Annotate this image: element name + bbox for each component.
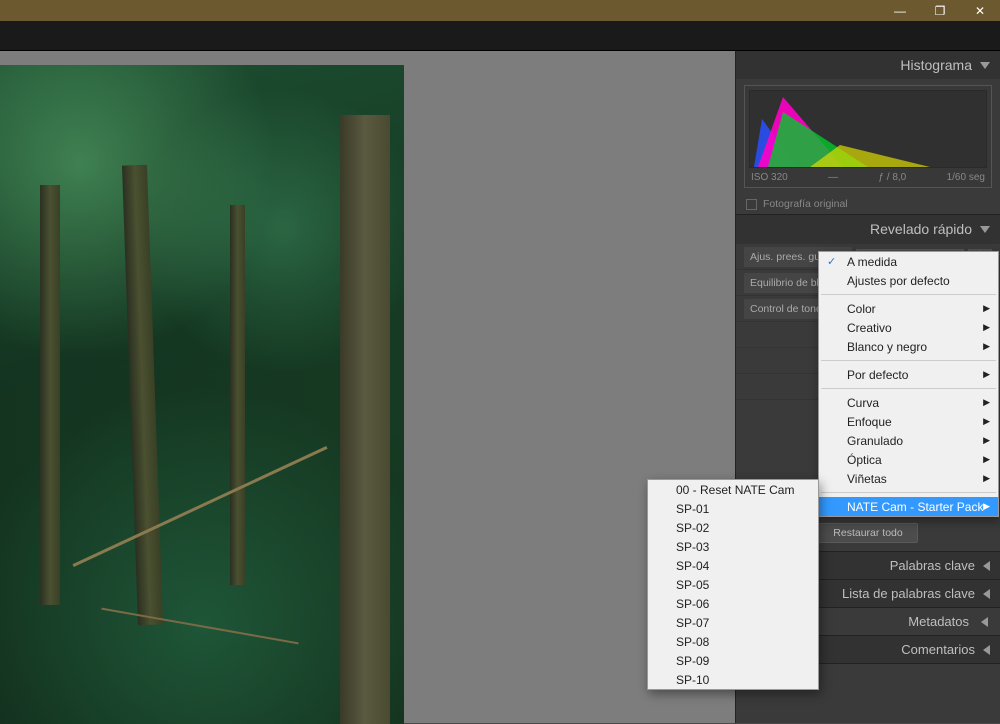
submenu-item[interactable]: SP-10 [648,670,818,689]
preset-menu-item[interactable]: NATE Cam - Starter Pack▶ [819,497,998,516]
submenu-item[interactable]: SP-01 [648,499,818,518]
close-button[interactable]: ✕ [960,0,1000,21]
preset-menu-item[interactable]: Ajustes por defecto [819,271,998,290]
submenu-item[interactable]: SP-04 [648,556,818,575]
expand-icon [983,561,990,571]
original-photo-checkbox[interactable]: Fotografía original [736,194,1000,214]
expand-icon [983,589,990,599]
minimize-button[interactable]: — [880,0,920,21]
preset-menu-item[interactable]: ✓A medida [819,252,998,271]
restore-all-button[interactable]: Restaurar todo [818,523,918,543]
preset-menu-item[interactable]: Óptica▶ [819,450,998,469]
quick-develop-header[interactable]: Revelado rápido [736,215,1000,243]
preset-menu-item[interactable]: Viñetas▶ [819,469,998,488]
shutter-value: 1/60 seg [947,172,985,183]
collapse-icon [980,62,990,69]
comments-title: Comentarios [901,642,975,657]
original-photo-label: Fotografía original [763,198,848,210]
checkbox-icon [746,199,757,210]
histogram-box: ISO 320 — ƒ / 8,0 1/60 seg [744,85,992,188]
keyword-list-title: Lista de palabras clave [842,586,975,601]
expand-icon [983,645,990,655]
histogram-header[interactable]: Histograma [736,51,1000,79]
submenu-item[interactable]: SP-08 [648,632,818,651]
submenu-item[interactable]: SP-02 [648,518,818,537]
nate-cam-submenu: 00 - Reset NATE CamSP-01SP-02SP-03SP-04S… [647,479,819,690]
preset-menu-item[interactable]: Curva▶ [819,393,998,412]
app-toolbar [0,21,1000,51]
keywords-title: Palabras clave [890,558,975,573]
image-viewport[interactable] [0,51,735,723]
histogram-panel: Histograma ISO 320 — ƒ / 8,0 1/60 seg [736,51,1000,215]
maximize-button[interactable]: ❐ [920,0,960,21]
submenu-item[interactable]: SP-05 [648,575,818,594]
aperture-value: ƒ / 8,0 [878,172,906,183]
window-titlebar: — ❐ ✕ [0,0,1000,21]
submenu-item[interactable]: SP-09 [648,651,818,670]
preview-image [0,65,404,724]
preset-menu-item[interactable]: Color▶ [819,299,998,318]
histogram-canvas[interactable] [749,90,987,168]
iso-value: ISO 320 [751,172,788,183]
preset-menu-item[interactable]: Blanco y negro▶ [819,337,998,356]
submenu-item[interactable]: SP-07 [648,613,818,632]
submenu-item[interactable]: 00 - Reset NATE Cam [648,480,818,499]
preset-menu-item[interactable]: Creativo▶ [819,318,998,337]
expand-icon [981,617,988,627]
histogram-info: ISO 320 — ƒ / 8,0 1/60 seg [749,168,987,183]
preset-menu-item[interactable]: Granulado▶ [819,431,998,450]
metadata-title[interactable]: Metadatos [908,614,969,629]
submenu-item[interactable]: SP-03 [648,537,818,556]
quick-develop-title: Revelado rápido [870,221,972,237]
collapse-icon [980,226,990,233]
submenu-item[interactable]: SP-06 [648,594,818,613]
preset-menu-item[interactable]: Enfoque▶ [819,412,998,431]
focal-value: — [828,172,838,183]
preset-menu-item[interactable]: Por defecto▶ [819,365,998,384]
histogram-title: Histograma [900,57,972,73]
preset-dropdown-menu: ✓A medidaAjustes por defecto Color▶Creati… [818,251,999,517]
